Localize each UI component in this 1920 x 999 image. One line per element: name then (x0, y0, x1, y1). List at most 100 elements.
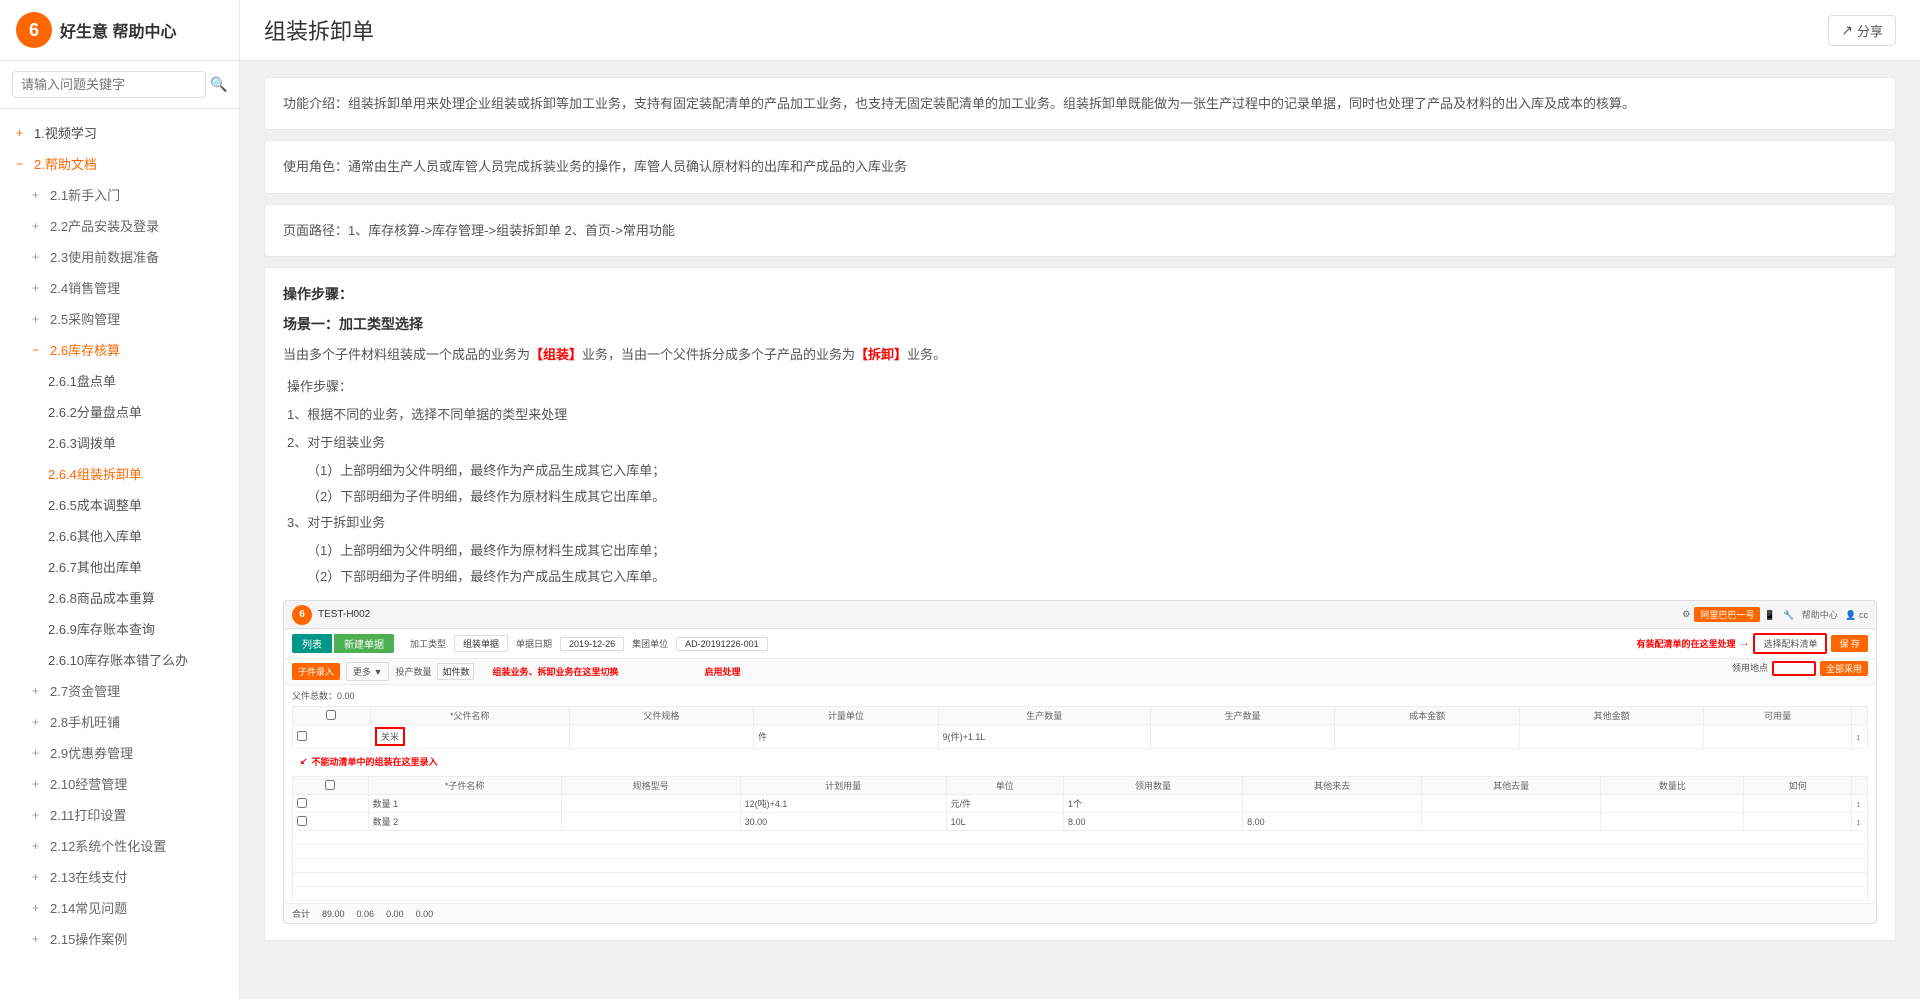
mock-type-label: 加工类型 (410, 637, 446, 650)
sidebar-item-2-6[interactable]: − 2.6库存核算 (0, 334, 239, 365)
sidebar-item-1[interactable]: + 1.视频学习 (0, 117, 239, 148)
mock-upper-count: 父件总数：0.00 (292, 689, 355, 702)
logo-icon: 6 (16, 12, 52, 48)
ltd-name-1: 数量 1 (368, 795, 561, 813)
sidebar-item-2-14[interactable]: + 2.14常见问题 (0, 892, 239, 923)
td-prodqty2-1 (1150, 725, 1334, 749)
lth-select (293, 777, 369, 795)
lth-ratio: 数量比 (1601, 777, 1744, 795)
search-button[interactable]: 🔍 (206, 72, 231, 97)
path-block: 页面路径：1、库存核算->库存管理->组装拆卸单 2、首页->常用功能 (264, 204, 1896, 257)
sidebar-label-2: 2.帮助文档 (34, 154, 97, 173)
empty-row-3 (293, 831, 1868, 845)
search-box[interactable]: 🔍 (0, 61, 239, 109)
step-1-title: 操作步骤： (283, 374, 1877, 400)
td-action-1: ↕ (1852, 725, 1868, 749)
mock-sub-btn2: 更多 ▼ (346, 662, 389, 681)
th-avail: 可用量 (1704, 707, 1852, 725)
sidebar-label-2-6-3: 2.6.3调拨单 (48, 433, 116, 452)
th-prod-qty2: 生产数量 (1150, 707, 1334, 725)
sidebar-item-2-6-5[interactable]: 2.6.5成本调整单 (0, 489, 239, 520)
sidebar-item-2-4[interactable]: + 2.4销售管理 (0, 272, 239, 303)
role-block: 使用角色：通常由生产人员或库管人员完成拆装业务的操作，库管人员确认原材料的出库和… (264, 140, 1896, 193)
mock-topbar-id: TEST-H002 (318, 609, 1676, 620)
step-3-sub1: （1）上部明细为父件明细，最终作为原材料生成其它出库单； (283, 538, 1877, 564)
lower-row2-cb[interactable] (297, 816, 307, 826)
sidebar-item-2-6-2[interactable]: 2.6.2分量盘点单 (0, 396, 239, 427)
lower-row1-cb[interactable] (297, 798, 307, 808)
share-button[interactable]: ↗ 分享 (1828, 15, 1896, 46)
sidebar-label-2-4: 2.4销售管理 (50, 278, 120, 297)
sidebar-item-2-7[interactable]: + 2.7资金管理 (0, 675, 239, 706)
ltd-sel-2 (293, 813, 369, 831)
scene1-desc: 当由多个子件材料组装成一个成品的业务为【组装】业务，当由一个父件拆分成多个子产品… (283, 342, 1877, 368)
sidebar-item-2[interactable]: − 2.帮助文档 (0, 148, 239, 179)
empty-row-4 (293, 845, 1868, 859)
sidebar-item-2-11[interactable]: + 2.11打印设置 (0, 799, 239, 830)
ltd-how-1 (1744, 795, 1852, 813)
sidebar-item-2-6-6[interactable]: 2.6.6其他入库单 (0, 520, 239, 551)
expand-icon-2-5: + (32, 312, 46, 326)
sidebar-item-2-6-1[interactable]: 2.6.1盘点单 (0, 365, 239, 396)
expand-icon-1: + (16, 126, 30, 140)
intro-block: 功能介绍：组装拆卸单用来处理企业组装或拆卸等加工业务，支持有固定装配清单的产品加… (264, 77, 1896, 130)
scene1-title: 场景一：加工类型选择 (283, 314, 1877, 334)
ltd-ratio-2 (1601, 813, 1744, 831)
sidebar-item-2-6-4[interactable]: 2.6.4组装拆卸单 (0, 458, 239, 489)
sidebar-label-1: 1.视频学习 (34, 123, 97, 142)
ltd-o1-2: 8.00 (1243, 813, 1422, 831)
sidebar-item-2-5[interactable]: + 2.5采购管理 (0, 303, 239, 334)
sidebar-label-2-15: 2.15操作案例 (50, 929, 127, 948)
mock-save-btn: 保 存 (1831, 635, 1868, 652)
sidebar-header: 6 好生意 帮助中心 (0, 0, 239, 61)
sidebar-label-2-2: 2.2产品安装及登录 (50, 216, 159, 235)
sidebar-item-2-6-3[interactable]: 2.6.3调拨单 (0, 427, 239, 458)
sidebar-item-2-3[interactable]: + 2.3使用前数据准备 (0, 241, 239, 272)
lth-other2: 其他去量 (1422, 777, 1601, 795)
sidebar-item-2-6-8[interactable]: 2.6.8商品成本重算 (0, 582, 239, 613)
lower-row-7 (293, 887, 1868, 901)
sidebar-label-2-9: 2.9优惠券管理 (50, 743, 133, 762)
ltd-used-2: 8.00 (1064, 813, 1243, 831)
ltd-plan-1: 12(吨)+4.1 (740, 795, 946, 813)
step-3: 3、对于拆卸业务 (283, 510, 1877, 536)
mock-browser: 6 TEST-H002 ⚙ 阿里巴巴一号 📱 🔧 帮助中心 👤 cc 列表 (284, 601, 1876, 923)
path-text: 页面路径：1、库存核算->库存管理->组装拆卸单 2、首页->常用功能 (283, 223, 675, 238)
sidebar-item-2-8[interactable]: + 2.8手机旺铺 (0, 706, 239, 737)
sidebar-item-2-6-7[interactable]: 2.6.7其他出库单 (0, 551, 239, 582)
td-other-1 (1519, 725, 1703, 749)
sidebar-item-2-6-10[interactable]: 2.6.10库存账本错了么办 (0, 644, 239, 675)
select-all-checkbox[interactable] (326, 710, 336, 720)
role-text: 使用角色：通常由生产人员或库管人员完成拆装业务的操作，库管人员确认原材料的出库和… (283, 159, 907, 174)
expand-icon-2-3: + (32, 250, 46, 264)
sidebar-item-2-9[interactable]: + 2.9优惠券管理 (0, 737, 239, 768)
th-unit: 计量单位 (754, 707, 938, 725)
expand-icon-2-7: + (32, 684, 46, 698)
sidebar-item-2-15[interactable]: + 2.15操作案例 (0, 923, 239, 954)
lower-select-all[interactable] (325, 780, 335, 790)
sidebar-item-2-13[interactable]: + 2.13在线支付 (0, 861, 239, 892)
sidebar-item-2-12[interactable]: + 2.12系统个性化设置 (0, 830, 239, 861)
search-input[interactable] (12, 71, 206, 98)
row1-checkbox[interactable] (297, 731, 307, 741)
expand-icon-2-4: + (32, 281, 46, 295)
ltd-how-2 (1744, 813, 1852, 831)
td-select-1 (293, 725, 371, 749)
empty-row-5 (293, 859, 1868, 873)
lth-used: 领用数量 (1064, 777, 1243, 795)
sidebar-label-2-6-2: 2.6.2分量盘点单 (48, 402, 142, 421)
sidebar-label-2-7: 2.7资金管理 (50, 681, 120, 700)
ltd-ratio-1 (1601, 795, 1744, 813)
sidebar-item-2-10[interactable]: + 2.10经营管理 (0, 768, 239, 799)
sidebar-item-2-6-9[interactable]: 2.6.9库存账本查询 (0, 613, 239, 644)
th-cost: 成本金额 (1335, 707, 1519, 725)
main-content: 组装拆卸单 ↗ 分享 功能介绍：组装拆卸单用来处理企业组装或拆卸等加工业务，支持… (240, 0, 1920, 999)
sidebar-item-2-1[interactable]: + 2.1新手入门 (0, 179, 239, 210)
ltd-plan-2: 30.00 (740, 813, 946, 831)
table-row-1: 关米 件 9(件)+1.1L ↕ (293, 725, 1868, 749)
mock-arrow1: → (1739, 638, 1749, 649)
mock-field1: 领用地点 (1732, 661, 1768, 676)
lower-row-6 (293, 873, 1868, 887)
mock-toolbar-tabs: 列表 新建单据 (292, 634, 394, 653)
sidebar-item-2-2[interactable]: + 2.2产品安装及登录 (0, 210, 239, 241)
